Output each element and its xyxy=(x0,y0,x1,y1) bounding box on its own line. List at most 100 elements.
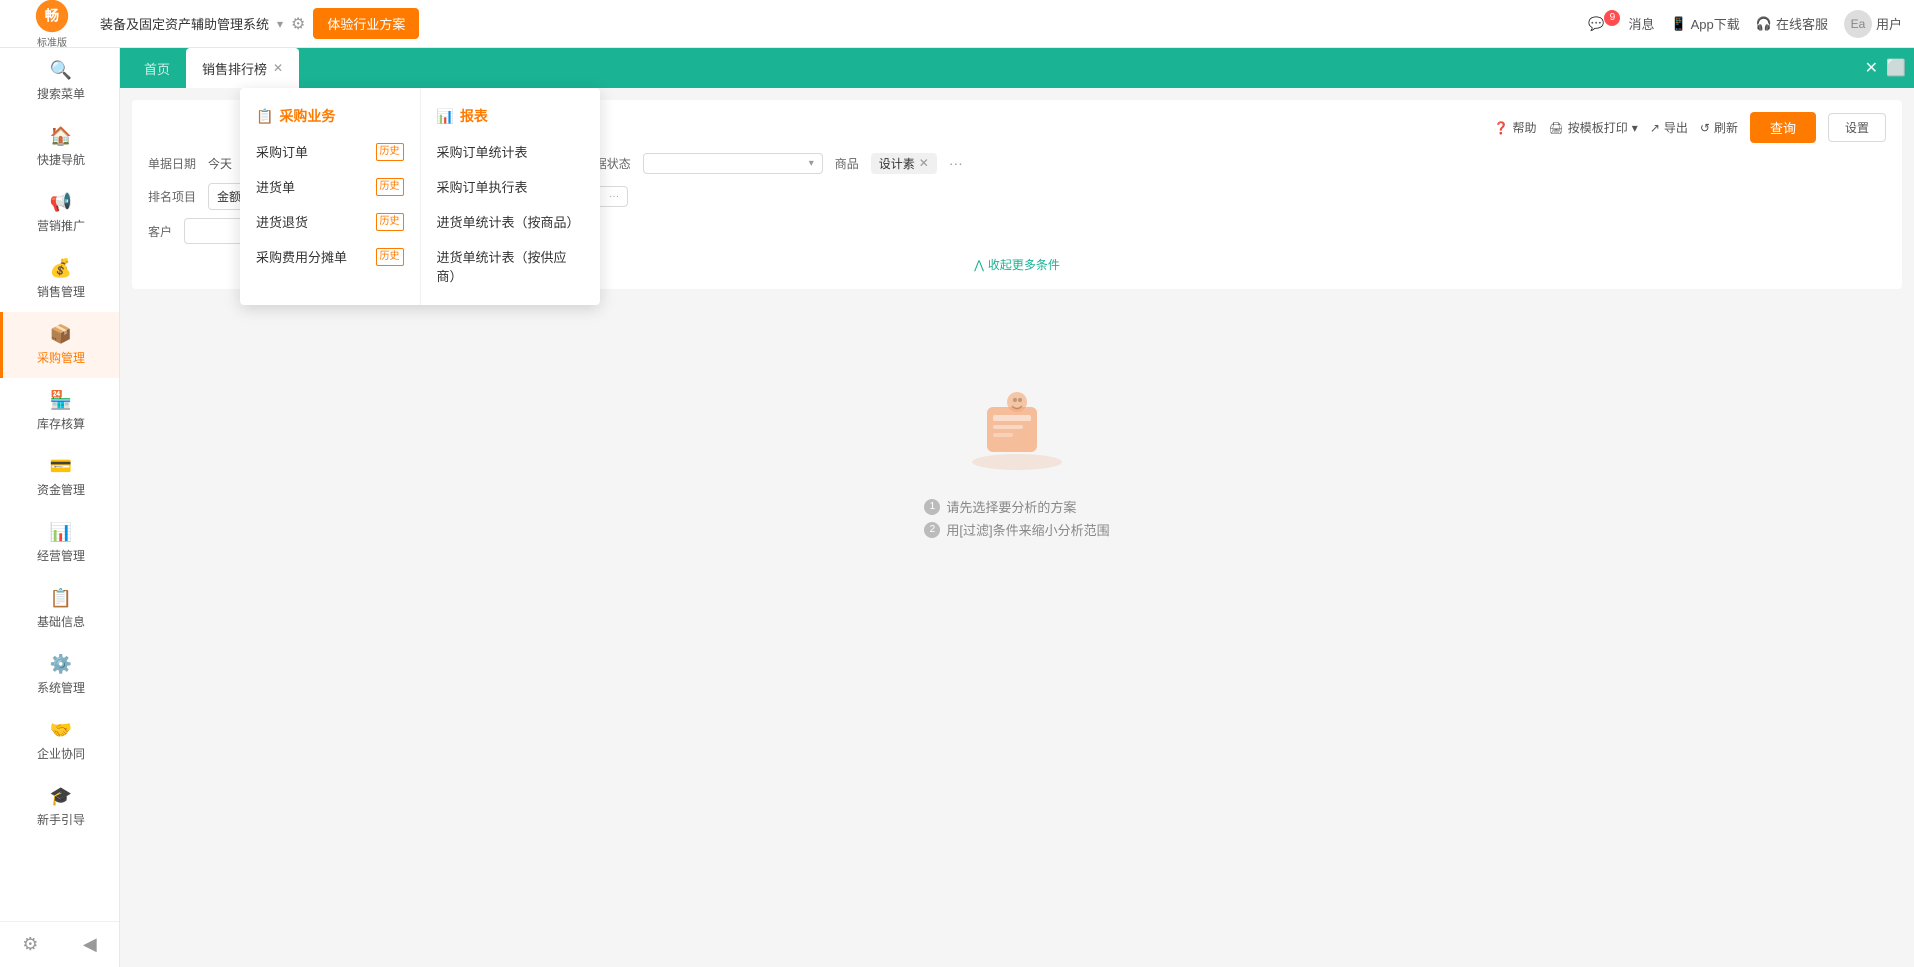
empty-text: 1 请先选择要分析的方案 2 用[过滤]条件来缩小分析范围 xyxy=(924,493,1109,543)
sidebar-item-finance[interactable]: 💳 资金管理 xyxy=(0,444,119,510)
dropdown-item-purchase-order-stat[interactable]: 采购订单统计表 xyxy=(421,134,601,169)
purchase-order-right: 历史 xyxy=(376,143,404,161)
settings-bottom-icon[interactable]: ⚙ xyxy=(22,934,38,955)
app-label: App下载 xyxy=(1691,14,1740,33)
basic-icon: 📋 xyxy=(50,588,72,609)
dropdown-item-goods-in-stat-supplier[interactable]: 进货单统计表（按供应商） xyxy=(421,239,601,293)
history-tag-4: 历史 xyxy=(376,248,404,266)
dropdown-item-purchase-order[interactable]: 采购订单 历史 xyxy=(240,134,420,169)
status-select[interactable]: ▾ xyxy=(643,153,823,174)
sidebar-item-label: 搜索菜单 xyxy=(37,85,85,102)
goods-tag-value: 设计素 xyxy=(879,155,915,172)
dropdown-item-purchase-order-exec[interactable]: 采购订单执行表 xyxy=(421,169,601,204)
query-button[interactable]: 查询 xyxy=(1750,112,1816,143)
dropdown-item-goods-return[interactable]: 进货退货 历史 xyxy=(240,204,420,239)
logo-icon: 畅 xyxy=(34,0,70,34)
sidebar-item-label: 新手引导 xyxy=(37,811,85,828)
export-icon: ↗ xyxy=(1650,121,1660,135)
dropdown-item-goods-in-stat-goods[interactable]: 进货单统计表（按商品） xyxy=(421,204,601,239)
refresh-button[interactable]: ↺ 刷新 xyxy=(1700,119,1738,136)
sidebar-item-label: 资金管理 xyxy=(37,481,85,498)
sidebar-item-quick-nav[interactable]: 🏠 快捷导航 xyxy=(0,114,119,180)
logo-subtitle: 标准版 xyxy=(37,34,67,49)
collapse-sidebar-icon[interactable]: ◀ xyxy=(83,934,97,955)
phone-icon: 📱 xyxy=(1670,16,1686,32)
date-shortcut-today[interactable]: 今天 xyxy=(208,155,232,172)
goods-more-dots[interactable]: ··· xyxy=(949,155,963,171)
inventory-icon: 🏪 xyxy=(50,390,72,411)
message-badge: 9 xyxy=(1604,10,1620,26)
purchase-col: 📋 采购业务 采购订单 历史 进货单 历史 进货退货 xyxy=(240,88,421,305)
customer-label: 客户 xyxy=(148,223,172,240)
close-window-icon[interactable]: ✕ xyxy=(1865,58,1878,78)
sidebar-item-enterprise[interactable]: 🤝 企业协同 xyxy=(0,708,119,774)
tab-close-icon[interactable]: ✕ xyxy=(273,61,283,75)
search-icon: 🔍 xyxy=(50,60,72,81)
operation-icon: 📊 xyxy=(50,522,72,543)
goods-return-right: 历史 xyxy=(376,213,404,231)
main-layout: 🔍 搜索菜单 🏠 快捷导航 📢 营销推广 💰 销售管理 📦 采购管理 🏪 库存核… xyxy=(0,48,1914,967)
status-select-arrow-icon: ▾ xyxy=(809,158,814,169)
sidebar-item-search[interactable]: 🔍 搜索菜单 xyxy=(0,48,119,114)
sidebar-item-inventory[interactable]: 🏪 库存核算 xyxy=(0,378,119,444)
sidebar-item-operation[interactable]: 📊 经营管理 xyxy=(0,510,119,576)
sidebar-item-system[interactable]: ⚙️ 系统管理 xyxy=(0,642,119,708)
user-button[interactable]: Ea 用户 xyxy=(1844,10,1902,38)
sidebar-item-purchase[interactable]: 📦 采购管理 xyxy=(0,312,119,378)
dropdown-arrow-icon[interactable]: ▾ xyxy=(277,17,283,31)
sidebar-item-label: 基础信息 xyxy=(37,613,85,630)
dropdown-item-purchase-expense[interactable]: 采购费用分摊单 历史 xyxy=(240,239,420,274)
sidebar-item-label: 系统管理 xyxy=(37,679,85,696)
message-button[interactable]: 💬 9 消息 xyxy=(1588,14,1654,33)
goods-in-right: 历史 xyxy=(376,178,404,196)
system-icon: ⚙️ xyxy=(50,654,72,675)
help-button[interactable]: ❓ 帮助 xyxy=(1494,119,1537,136)
goods-return-label: 进货退货 xyxy=(256,212,308,231)
app-download-button[interactable]: 📱 App下载 xyxy=(1670,14,1739,33)
sidebar-item-basic[interactable]: 📋 基础信息 xyxy=(0,576,119,642)
sidebar-item-label: 销售管理 xyxy=(37,283,85,300)
sales-icon: 💰 xyxy=(50,258,72,279)
topbar: 畅 标准版 装备及固定资产辅助管理系统 ▾ ⚙ 体验行业方案 💬 9 消息 📱 … xyxy=(0,0,1914,48)
message-label: 消息 xyxy=(1628,14,1654,33)
marketing-icon: 📢 xyxy=(50,192,72,213)
sidebar-item-marketing[interactable]: 📢 营销推广 xyxy=(0,180,119,246)
history-tag: 历史 xyxy=(376,143,404,161)
export-button[interactable]: ↗ 导出 xyxy=(1650,119,1688,136)
sidebar-item-label: 采购管理 xyxy=(37,349,85,366)
finance-icon: 💳 xyxy=(50,456,72,477)
goods-tag-close-icon[interactable]: ✕ xyxy=(919,156,929,170)
history-tag-2: 历史 xyxy=(376,178,404,196)
service-button[interactable]: 🎧 在线客服 xyxy=(1756,14,1828,33)
user-label: 用户 xyxy=(1876,14,1902,33)
trial-button[interactable]: 体验行业方案 xyxy=(313,8,419,39)
message-icon: 💬 xyxy=(1588,16,1604,32)
enterprise-icon: 🤝 xyxy=(50,720,72,741)
restore-window-icon[interactable]: ⬜ xyxy=(1886,58,1906,78)
purchase-dropdown-menu: 📋 采购业务 采购订单 历史 进货单 历史 进货退货 xyxy=(240,88,600,305)
sidebar-item-sales[interactable]: 💰 销售管理 xyxy=(0,246,119,312)
rank-label: 排名项目 xyxy=(148,188,196,205)
sidebar-item-guide[interactable]: 🎓 新手引导 xyxy=(0,774,119,840)
tab-home[interactable]: 首页 xyxy=(128,48,186,88)
gear-icon[interactable]: ⚙ xyxy=(291,14,305,34)
sidebar: 🔍 搜索菜单 🏠 快捷导航 📢 营销推广 💰 销售管理 📦 采购管理 🏪 库存核… xyxy=(0,48,120,967)
hint-text-2: 用[过滤]条件来缩小分析范围 xyxy=(946,520,1109,539)
salesman-select-arrow-icon: ··· xyxy=(609,191,619,202)
hint-text-1: 请先选择要分析的方案 xyxy=(946,497,1076,516)
export-label: 导出 xyxy=(1664,119,1688,136)
purchase-col-icon: 📋 xyxy=(256,108,273,125)
system-name: 装备及固定资产辅助管理系统 xyxy=(100,14,269,33)
history-tag-3: 历史 xyxy=(376,213,404,231)
hint-num-1: 1 xyxy=(924,499,940,515)
print-button[interactable]: 🖨 按模板打印 ▾ xyxy=(1549,119,1638,136)
sidebar-item-label: 营销推广 xyxy=(37,217,85,234)
collapse-button[interactable]: ⋀ 收起更多条件 xyxy=(974,256,1060,273)
tab-sales-rank[interactable]: 销售排行榜 ✕ xyxy=(186,48,299,88)
tab-sales-rank-label: 销售排行榜 xyxy=(202,59,267,78)
purchase-expense-right: 历史 xyxy=(376,248,404,266)
setting-button[interactable]: 设置 xyxy=(1828,113,1886,142)
report-col-header: 📊 报表 xyxy=(421,100,601,134)
dropdown-item-goods-in[interactable]: 进货单 历史 xyxy=(240,169,420,204)
refresh-label: 刷新 xyxy=(1714,119,1738,136)
